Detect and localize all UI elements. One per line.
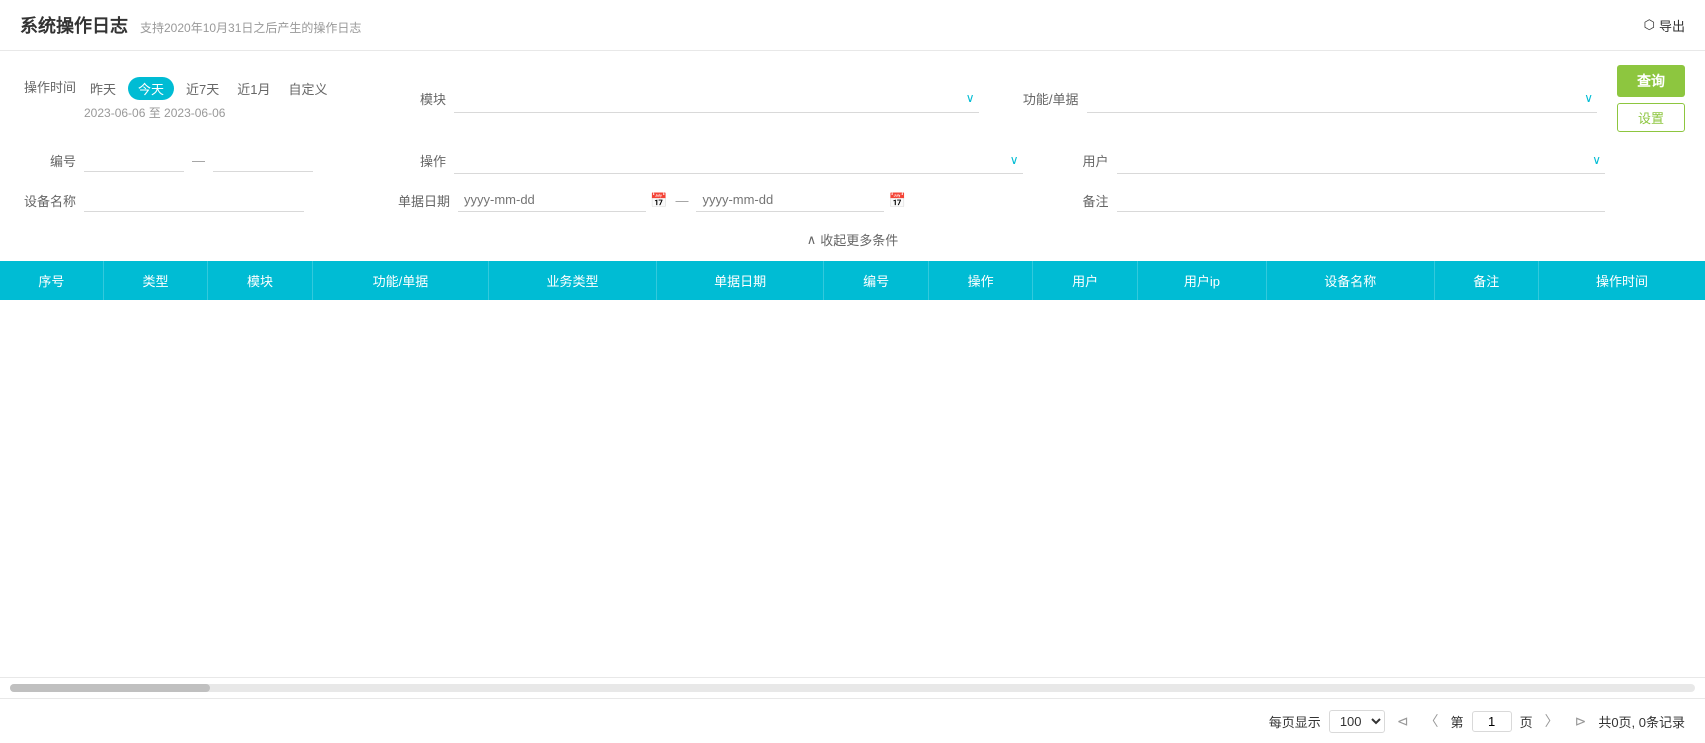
- code-input-to[interactable]: [213, 148, 313, 172]
- filter-section: 操作时间 昨天 今天 近7天 近1月 自定义 2023-06-06 至 2023…: [0, 51, 1705, 261]
- device-label: 设备名称: [20, 191, 76, 210]
- remark-label: 备注: [1053, 191, 1109, 210]
- operation-label: 操作: [390, 151, 446, 170]
- col-module: 模块: [208, 261, 312, 300]
- page-number-input[interactable]: [1472, 711, 1512, 732]
- date-dash: —: [675, 193, 688, 208]
- voucher-date-label: 单据日期: [390, 191, 450, 210]
- export-icon: ⬡: [1644, 17, 1655, 33]
- time-btn-1month[interactable]: 近1月: [231, 77, 276, 100]
- col-user-ip: 用户ip: [1137, 261, 1266, 300]
- code-dash: —: [192, 153, 205, 168]
- page-prev-button[interactable]: 〈: [1421, 709, 1443, 733]
- page-first-button[interactable]: ⊲: [1393, 711, 1413, 732]
- user-label: 用户: [1053, 151, 1109, 170]
- export-label: 导出: [1659, 16, 1685, 35]
- collapse-button[interactable]: ∧ 收起更多条件: [807, 230, 899, 249]
- user-arrow-icon: ∨: [1592, 153, 1601, 167]
- col-operation: 操作: [928, 261, 1032, 300]
- filter-row-1: 操作时间 昨天 今天 近7天 近1月 自定义 2023-06-06 至 2023…: [20, 65, 1685, 132]
- col-op-time: 操作时间: [1539, 261, 1705, 300]
- time-btn-today[interactable]: 今天: [128, 77, 174, 100]
- code-label: 编号: [20, 151, 76, 170]
- col-biz-type: 业务类型: [489, 261, 657, 300]
- device-input[interactable]: [84, 188, 304, 212]
- per-page-select[interactable]: 100 50 200: [1329, 710, 1385, 733]
- total-info: 共0页, 0条记录: [1598, 712, 1685, 731]
- page-last-button[interactable]: ⊳: [1571, 711, 1591, 732]
- time-btn-7days[interactable]: 近7天: [180, 77, 225, 100]
- col-user: 用户: [1033, 261, 1137, 300]
- export-button[interactable]: ⬡ 导出: [1644, 16, 1685, 35]
- col-remark: 备注: [1434, 261, 1538, 300]
- voucher-date-from[interactable]: [458, 188, 646, 212]
- time-btn-custom[interactable]: 自定义: [283, 77, 334, 100]
- page-label: 第: [1451, 712, 1464, 731]
- filter-row-3: 设备名称 单据日期 📅 — 📅 备注: [20, 188, 1685, 212]
- module-label: 模块: [390, 89, 446, 108]
- operation-select[interactable]: ∨: [454, 146, 1023, 174]
- page-unit: 页: [1520, 712, 1533, 731]
- settings-button[interactable]: 设置: [1617, 103, 1685, 132]
- func-select[interactable]: ∨: [1087, 85, 1598, 113]
- time-label: 操作时间: [20, 77, 76, 96]
- module-arrow-icon: ∨: [966, 91, 975, 105]
- func-arrow-icon: ∨: [1584, 91, 1593, 105]
- page-subtitle: 支持2020年10月31日之后产生的操作日志: [140, 19, 361, 36]
- user-select[interactable]: ∨: [1117, 146, 1606, 174]
- operation-arrow-icon: ∨: [1010, 153, 1019, 167]
- col-code: 编号: [824, 261, 928, 300]
- table-wrapper: 序号 类型 模块 功能/单据 业务类型 单据日期 编号 操作 用户 用户ip 设…: [0, 261, 1705, 677]
- calendar-to-icon[interactable]: 📅: [888, 192, 905, 209]
- collapse-label: 收起更多条件: [820, 230, 898, 249]
- calendar-from-icon[interactable]: 📅: [650, 192, 667, 209]
- col-type: 类型: [103, 261, 207, 300]
- scrollbar-area: [0, 677, 1705, 698]
- table-header-row: 序号 类型 模块 功能/单据 业务类型 单据日期 编号 操作 用户 用户ip 设…: [0, 261, 1705, 300]
- page-title: 系统操作日志: [20, 12, 128, 38]
- collapse-row: ∧ 收起更多条件: [20, 226, 1685, 257]
- col-func: 功能/单据: [312, 261, 488, 300]
- date-range-display: 2023-06-06 至 2023-06-06: [84, 104, 334, 121]
- col-voucher-date: 单据日期: [656, 261, 824, 300]
- action-buttons: 查询 设置: [1597, 65, 1685, 132]
- module-select[interactable]: ∨: [454, 85, 979, 113]
- remark-input[interactable]: [1117, 188, 1606, 212]
- query-button[interactable]: 查询: [1617, 65, 1685, 97]
- scrollbar-thumb[interactable]: [10, 684, 210, 692]
- voucher-date-to[interactable]: [696, 188, 884, 212]
- time-btn-yesterday[interactable]: 昨天: [84, 77, 122, 100]
- time-buttons-group: 昨天 今天 近7天 近1月 自定义: [84, 77, 334, 100]
- data-table: 序号 类型 模块 功能/单据 业务类型 单据日期 编号 操作 用户 用户ip 设…: [0, 261, 1705, 300]
- page-next-button[interactable]: 〉: [1541, 709, 1563, 733]
- col-device-name: 设备名称: [1266, 261, 1434, 300]
- filter-row-2: 编号 — 操作 ∨ 用户 ∨: [20, 146, 1685, 174]
- horizontal-scrollbar[interactable]: [10, 684, 1695, 692]
- col-index: 序号: [0, 261, 103, 300]
- page-title-area: 系统操作日志 支持2020年10月31日之后产生的操作日志: [20, 12, 361, 38]
- pagination-bar: 每页显示 100 50 200 ⊲ 〈 第 页 〉 ⊳ 共0页, 0条记录: [0, 698, 1705, 743]
- empty-area: [0, 300, 1705, 620]
- code-input-from[interactable]: [84, 148, 184, 172]
- collapse-icon: ∧: [807, 232, 817, 248]
- func-label: 功能/单据: [1009, 89, 1079, 108]
- per-page-label: 每页显示: [1269, 712, 1321, 731]
